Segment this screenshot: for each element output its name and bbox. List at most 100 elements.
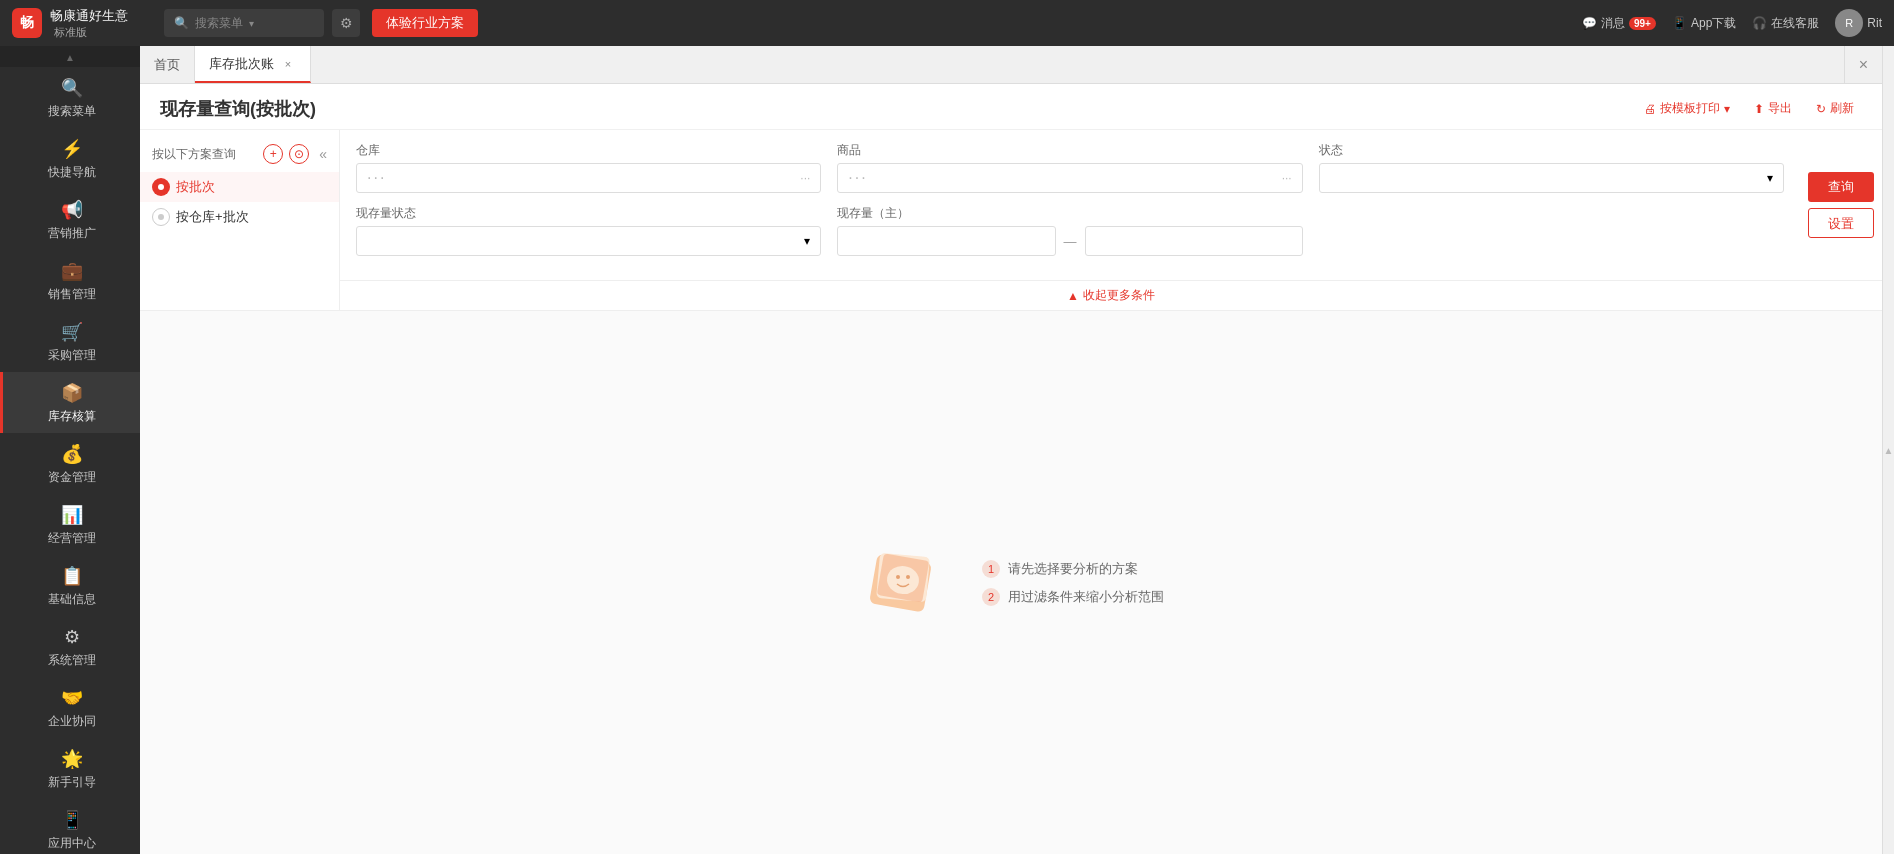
print-button[interactable]: 🖨 按模板打印 ▾ — [1636, 96, 1738, 121]
scroll-up[interactable]: ▲ — [0, 46, 140, 67]
stock-status-select[interactable]: ▾ — [356, 226, 821, 256]
filter-row-1: 仓库 ··· ··· 商品 ··· — [356, 142, 1784, 193]
sidebar-label-system: 系统管理 — [48, 652, 96, 669]
sidebar-item-basic[interactable]: 📋 基础信息 — [0, 555, 140, 616]
system-icon: ⚙ — [64, 626, 80, 648]
search-icon: 🔍 — [61, 77, 83, 99]
purchase-icon: 🛒 — [61, 321, 83, 343]
filter-fields: 仓库 ··· ··· 商品 ··· — [340, 130, 1800, 280]
range-separator: — — [1064, 234, 1077, 249]
stock-status-field: 现存量状态 ▾ — [356, 205, 821, 256]
collapse-up-icon: ▲ — [1067, 289, 1079, 303]
user-name: Rit — [1867, 16, 1882, 30]
status-label: 状态 — [1319, 142, 1784, 159]
schemes-label: 按以下方案查询 — [152, 146, 236, 163]
scheme-settings-button[interactable]: ⊙ — [289, 144, 309, 164]
sidebar-label-sales: 销售管理 — [48, 286, 96, 303]
status-select[interactable]: ▾ — [1319, 163, 1784, 193]
svg-point-1 — [158, 214, 164, 220]
finance-icon: 💰 — [61, 443, 83, 465]
warehouse-field: 仓库 ··· ··· — [356, 142, 821, 193]
tab-inventory-batch[interactable]: 库存批次账 × — [195, 46, 311, 83]
product-more-icon: ··· — [1282, 171, 1292, 185]
status-field: 状态 ▾ — [1319, 142, 1784, 193]
stock-qty-range: — — [837, 226, 1302, 256]
svg-point-7 — [906, 575, 910, 579]
sidebar-item-sales[interactable]: 💼 销售管理 — [0, 250, 140, 311]
collapse-more-button[interactable]: ▲ 收起更多条件 — [340, 280, 1882, 310]
main-layout: ▲ 🔍 搜索菜单 ⚡ 快捷导航 📢 营销推广 💼 销售管理 🛒 采购管理 📦 库… — [0, 46, 1894, 854]
sidebar-item-finance[interactable]: 💰 资金管理 — [0, 433, 140, 494]
add-scheme-button[interactable]: + — [263, 144, 283, 164]
scheme-item-by-warehouse-batch[interactable]: 按仓库+批次 — [140, 202, 339, 232]
filter-fields-container: 仓库 ··· ··· 商品 ··· — [340, 130, 1882, 310]
sidebar: ▲ 🔍 搜索菜单 ⚡ 快捷导航 📢 营销推广 💼 销售管理 🛒 采购管理 📦 库… — [0, 46, 140, 854]
sidebar-item-search[interactable]: 🔍 搜索菜单 — [0, 67, 140, 128]
sidebar-label-inventory: 库存核算 — [48, 408, 96, 425]
sidebar-item-quicknav[interactable]: ⚡ 快捷导航 — [0, 128, 140, 189]
page-title: 现存量查询(按批次) — [160, 97, 316, 121]
print-chevron-icon: ▾ — [1724, 102, 1730, 116]
schemes-collapse-button[interactable]: « — [319, 146, 327, 162]
filter-schemes-panel: 按以下方案查询 + ⊙ « 按批次 — [140, 130, 340, 310]
user-profile[interactable]: R Rit — [1835, 9, 1882, 37]
download-icon: 📱 — [1672, 16, 1687, 30]
warehouse-label: 仓库 — [356, 142, 821, 159]
right-scrollbar[interactable]: ▲ — [1882, 46, 1894, 854]
stock-qty-field: 现存量（主） — — [837, 205, 1302, 256]
sidebar-item-purchase[interactable]: 🛒 采购管理 — [0, 311, 140, 372]
page-content: 现存量查询(按批次) 🖨 按模板打印 ▾ ⬆ 导出 ↻ 刷新 — [140, 84, 1882, 854]
scheme-dot-inactive — [152, 208, 170, 226]
query-button[interactable]: 查询 — [1808, 172, 1874, 202]
sidebar-item-inventory[interactable]: 📦 库存核算 — [0, 372, 140, 433]
messages-button[interactable]: 💬 消息 99+ — [1582, 15, 1656, 32]
filter-buttons: 查询 设置 — [1800, 130, 1882, 280]
export-icon: ⬆ — [1754, 102, 1764, 116]
refresh-button[interactable]: ↻ 刷新 — [1808, 96, 1862, 121]
trial-button[interactable]: 体验行业方案 — [372, 9, 478, 37]
sidebar-item-marketing[interactable]: 📢 营销推广 — [0, 189, 140, 250]
app-download-button[interactable]: 📱 App下载 — [1672, 15, 1736, 32]
status-chevron-icon: ▾ — [1767, 171, 1773, 185]
print-icon: 🖨 — [1644, 102, 1656, 116]
search-box[interactable]: 🔍 搜索菜单 ▾ — [164, 9, 324, 37]
settings-button[interactable]: 设置 — [1808, 208, 1874, 238]
stock-qty-max-input[interactable] — [1085, 226, 1303, 256]
product-input[interactable]: ··· ··· — [837, 163, 1302, 193]
apps-icon: 📱 — [61, 809, 83, 831]
tab-close-button[interactable]: × — [280, 56, 296, 72]
search-text: 搜索菜单 — [195, 15, 243, 32]
scheme-item-by-batch[interactable]: 按批次 — [140, 172, 339, 202]
close-icon: × — [1859, 56, 1868, 74]
sidebar-item-apps[interactable]: 📱 应用中心 — [0, 799, 140, 854]
avatar: R — [1835, 9, 1863, 37]
online-service-button[interactable]: 🎧 在线客服 — [1752, 15, 1819, 32]
sidebar-item-newbie[interactable]: 🌟 新手引导 — [0, 738, 140, 799]
sidebar-label-collab: 企业协同 — [48, 713, 96, 730]
warehouse-input[interactable]: ··· ··· — [356, 163, 821, 193]
tab-bar-close-button[interactable]: × — [1844, 46, 1882, 84]
export-button[interactable]: ⬆ 导出 — [1746, 96, 1800, 121]
message-badge: 99+ — [1629, 17, 1656, 30]
content-area: 首页 库存批次账 × × 现存量查询(按批次) 🖨 按模板打印 ▾ — [140, 46, 1882, 854]
filter-area: 按以下方案查询 + ⊙ « 按批次 — [140, 130, 1882, 311]
tip-text-1: 请先选择要分析的方案 — [1008, 560, 1138, 578]
sidebar-label-finance: 资金管理 — [48, 469, 96, 486]
stock-qty-label: 现存量（主） — [837, 205, 1302, 222]
sidebar-item-system[interactable]: ⚙ 系统管理 — [0, 616, 140, 677]
filter-row-2: 现存量状态 ▾ 现存量（主） — [356, 205, 1784, 256]
sidebar-label-operations: 经营管理 — [48, 530, 96, 547]
tip-text-2: 用过滤条件来缩小分析范围 — [1008, 588, 1164, 606]
stock-qty-min-input[interactable] — [837, 226, 1055, 256]
operations-icon: 📊 — [61, 504, 83, 526]
gear-button[interactable]: ⚙ — [332, 9, 360, 37]
app-title: 畅康通好生意 — [50, 7, 128, 25]
page-actions: 🖨 按模板打印 ▾ ⬆ 导出 ↻ 刷新 — [1636, 96, 1862, 121]
sidebar-item-collab[interactable]: 🤝 企业协同 — [0, 677, 140, 738]
collapse-more-label: 收起更多条件 — [1083, 287, 1155, 304]
sidebar-item-operations[interactable]: 📊 经营管理 — [0, 494, 140, 555]
chevron-down-icon: ▾ — [249, 18, 254, 29]
empty-illustration — [858, 533, 958, 633]
tab-home[interactable]: 首页 — [140, 46, 195, 83]
message-icon: 💬 — [1582, 16, 1597, 30]
